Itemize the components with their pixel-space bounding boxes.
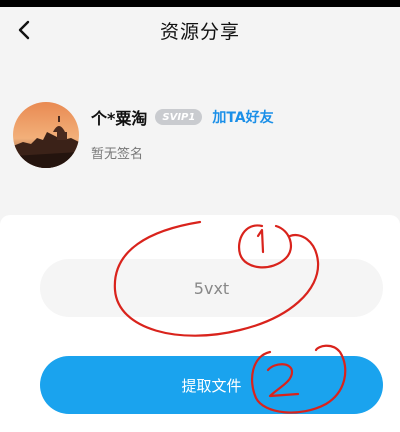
add-friend-link[interactable]: 加TA好友 (212, 107, 273, 127)
sharer-profile: 个*粟淘 SVIP1 加TA好友 暂无签名 (0, 100, 400, 175)
extract-code-input[interactable] (40, 259, 383, 317)
page-title: 资源分享 (159, 21, 240, 43)
extract-file-button[interactable]: 提取文件 (40, 356, 383, 414)
status-bar (0, 0, 400, 7)
vip-badge: SVIP1 (155, 109, 203, 125)
username-row: 个*粟淘 SVIP1 加TA好友 (91, 106, 274, 128)
signature: 暂无签名 (91, 147, 144, 162)
top-bar: 资源分享 (0, 7, 400, 53)
extract-file-label: 提取文件 (181, 376, 242, 395)
username: 个*粟淘 (91, 109, 148, 128)
avatar[interactable] (13, 102, 79, 168)
